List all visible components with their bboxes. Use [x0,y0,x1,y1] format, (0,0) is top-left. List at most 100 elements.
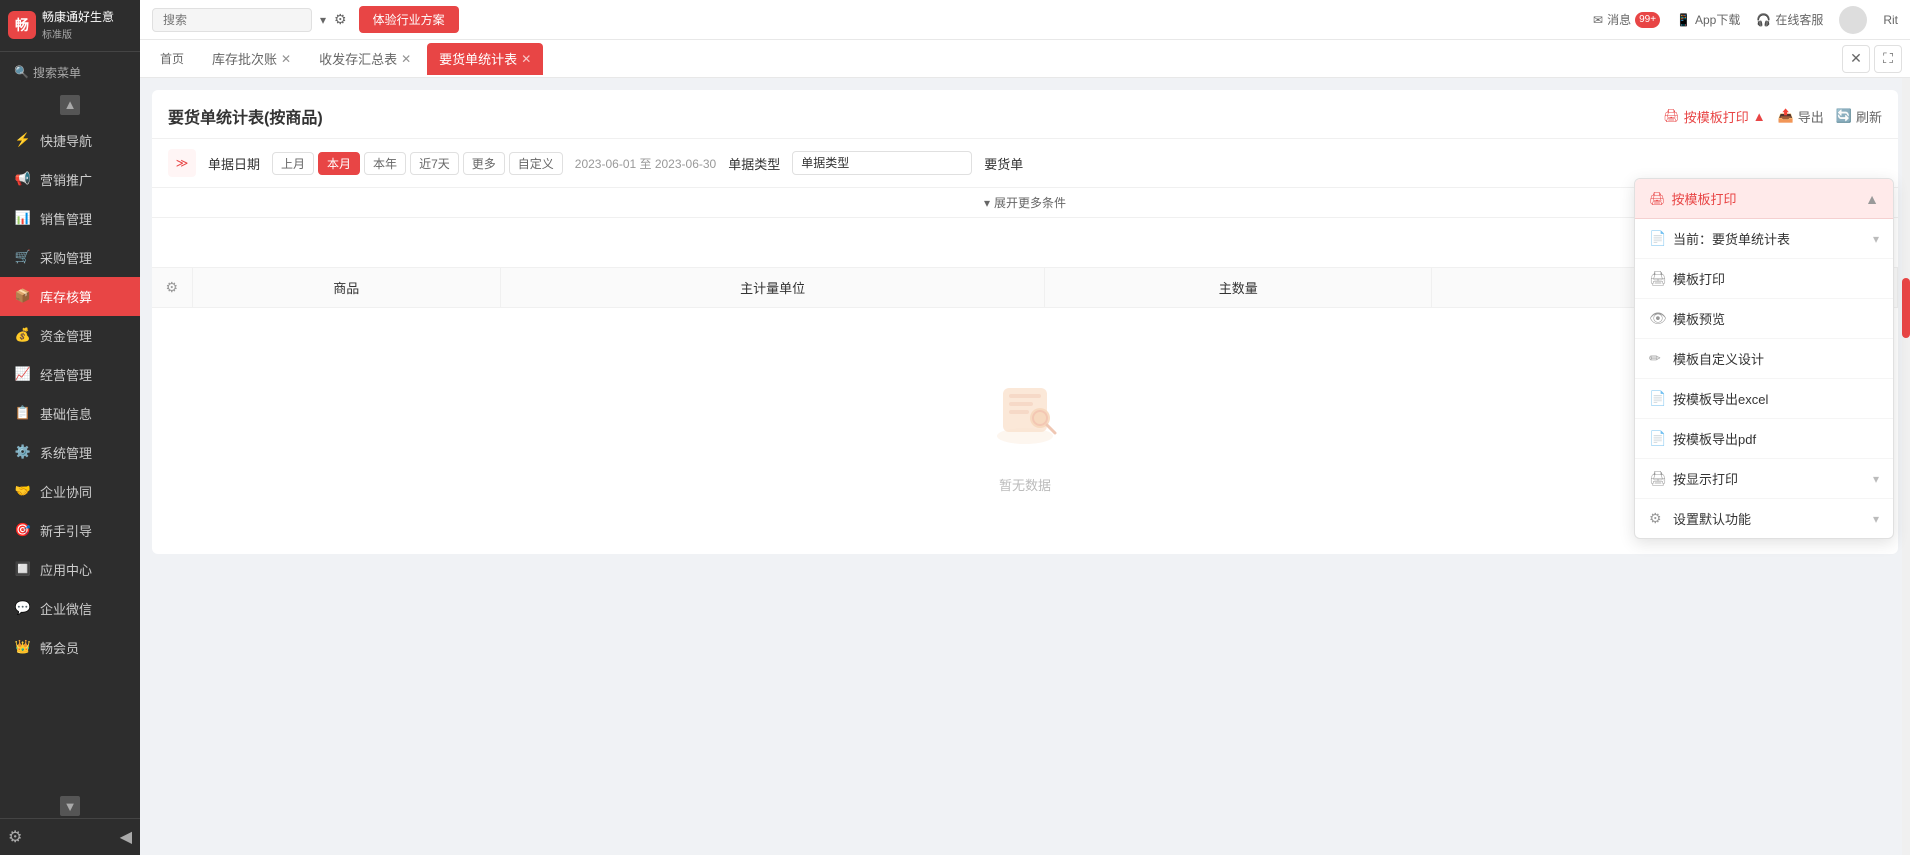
message-button[interactable]: ✉ 消息 99+ [1593,11,1660,28]
search-menu-button[interactable]: 🔍 搜索菜单 [8,60,132,85]
online-service-button[interactable]: 🎧 在线客服 [1756,11,1823,28]
sidebar-item-label: 应用中心 [40,560,92,579]
dropdown-close-button[interactable]: ▲ [1865,191,1879,207]
sidebar-item-sales[interactable]: 📊 销售管理 [0,199,140,238]
dropdown-set-default[interactable]: ⚙ 设置默认功能 ▾ [1635,499,1893,538]
sidebar-item-finance[interactable]: 💰 资金管理 [0,316,140,355]
dropdown-display-print[interactable]: 🖨 按显示打印 ▾ [1635,459,1893,499]
current-template-arrow: ▾ [1873,232,1879,246]
right-scrollbar[interactable] [1902,78,1910,855]
sidebar-item-inventory[interactable]: 📦 库存核算 [0,277,140,316]
template-print-arrow: ▲ [1753,109,1766,124]
template-print-button[interactable]: 🖨 按模板打印 ▲ [1663,107,1765,126]
avatar[interactable] [1839,6,1867,34]
more-btn[interactable]: 更多 [463,152,505,175]
sidebar-item-quick-nav[interactable]: ⚡ 快捷导航 [0,121,140,160]
template-doc-icon: 📄 [1649,230,1665,247]
sidebar-item-label: 系统管理 [40,443,92,462]
dropdown-export-pdf[interactable]: 📄 按模板导出pdf [1635,419,1893,459]
date-buttons: 上月 本月 本年 近7天 更多 自定义 [272,152,563,175]
service-icon: 🎧 [1756,13,1771,27]
sidebar-item-basic[interactable]: 📋 基础信息 [0,394,140,433]
tab-batch-account-label: 库存批次账 [212,49,277,68]
settings-icon[interactable]: ⚙ [8,827,22,847]
tab-close-order-stats[interactable]: ✕ [521,52,531,66]
sidebar-item-label: 销售管理 [40,209,92,228]
tab-home[interactable]: 首页 [148,43,196,75]
expand-more-label: 展开更多条件 [994,194,1066,211]
date-filter-label: 单据日期 [208,154,260,173]
bill-type-select-wrapper: 单据类型 要货单 [792,151,972,175]
tab-collection-summary[interactable]: 收发存汇总表 ✕ [307,43,423,75]
home-tab-label: 首页 [160,50,184,67]
export-excel-label: 按模板导出excel [1673,389,1768,408]
download-icon: 📱 [1676,13,1691,27]
quick-nav-icon: ⚡ [14,131,32,149]
basic-icon: 📋 [14,404,32,422]
export-button[interactable]: 📤 导出 [1778,107,1824,126]
tab-close-batch-account[interactable]: ✕ [281,52,291,66]
sidebar-item-member[interactable]: 👑 畅会员 [0,628,140,667]
scroll-up-button[interactable]: ▲ [60,95,80,115]
settings-column-header[interactable]: ⚙ [152,268,192,308]
sidebar-item-marketing[interactable]: 📢 营销推广 [0,160,140,199]
expand-icon: ▾ [984,196,990,210]
sidebar-nav: ⚡ 快捷导航 📢 营销推广 📊 销售管理 🛒 采购管理 📦 库存核算 💰 资金管… [0,117,140,794]
dropdown-header: 🖨 按模板打印 ▲ [1635,179,1893,219]
tab-order-stats[interactable]: 要货单统计表 ✕ [427,43,543,75]
template-custom-label: 模板自定义设计 [1673,349,1764,368]
template-print-icon: 🖨 [1649,270,1665,287]
custom-btn[interactable]: 自定义 [509,152,563,175]
sidebar-item-collab[interactable]: 🤝 企业协同 [0,472,140,511]
sidebar-item-system[interactable]: ⚙️ 系统管理 [0,433,140,472]
sidebar-item-label: 资金管理 [40,326,92,345]
topbar: ▾ ⚙ 体验行业方案 ✉ 消息 99+ 📱 App下载 🎧 在线客服 Rit [140,0,1910,40]
bill-type-select[interactable]: 单据类型 要货单 [792,151,972,175]
column-settings-icon[interactable]: ⚙ [165,279,178,295]
filter-expand-icon[interactable]: ≫ [168,149,196,177]
topbar-search-input[interactable] [152,8,312,32]
topbar-gear-icon[interactable]: ⚙ [334,11,347,28]
maximize-tab-control[interactable]: ⛶ [1874,45,1902,73]
prev-month-btn[interactable]: 上月 [272,152,314,175]
dropdown-template-print[interactable]: 🖨 模板打印 [1635,259,1893,299]
collapse-icon[interactable]: ◀ [120,827,132,847]
member-icon: 👑 [14,638,32,656]
refresh-icon: 🔄 [1836,108,1852,124]
current-year-btn[interactable]: 本年 [364,152,406,175]
sidebar-item-purchase[interactable]: 🛒 采购管理 [0,238,140,277]
sidebar-item-label: 快捷导航 [40,131,92,150]
printer-icon: 🖨 [1663,108,1680,124]
dropdown-printer-icon: 🖨 [1649,191,1666,207]
sidebar-item-operations[interactable]: 📈 经营管理 [0,355,140,394]
expand-more-button[interactable]: ▾ 展开更多条件 [984,194,1066,211]
dropdown-template-custom[interactable]: ✏ 模板自定义设计 [1635,339,1893,379]
sidebar-item-wechat[interactable]: 💬 企业微信 [0,589,140,628]
app-download-button[interactable]: 📱 App下载 [1676,11,1740,28]
date-range-display: 2023-06-01 至 2023-06-30 [575,155,716,172]
sidebar-item-label: 新手引导 [40,521,92,540]
order-item-label: 要货单 [984,154,1023,173]
dropdown-template-preview[interactable]: 👁 模板预览 [1635,299,1893,339]
app-badge: 标准版 [42,26,114,41]
tab-close-collection-summary[interactable]: ✕ [401,52,411,66]
message-badge: 99+ [1635,12,1660,28]
tab-batch-account[interactable]: 库存批次账 ✕ [200,43,303,75]
trial-button[interactable]: 体验行业方案 [359,6,459,33]
sidebar-item-guide[interactable]: 🎯 新手引导 [0,511,140,550]
sidebar-search-area: 🔍 搜索菜单 [0,52,140,93]
topbar-dropdown-icon[interactable]: ▾ [320,13,326,27]
sidebar-item-apps[interactable]: 🔲 应用中心 [0,550,140,589]
sidebar-item-label: 采购管理 [40,248,92,267]
current-template-label: 当前：要货单统计表 [1673,229,1790,248]
7days-btn[interactable]: 近7天 [410,152,459,175]
search-icon: 🔍 [14,65,29,79]
scroll-down-button[interactable]: ▼ [60,796,80,816]
current-month-btn[interactable]: 本月 [318,152,360,175]
close-tab-control[interactable]: ✕ [1842,45,1870,73]
empty-illustration [985,368,1065,463]
scrollbar-thumb[interactable] [1902,278,1910,338]
dropdown-current-template[interactable]: 📄 当前：要货单统计表 ▾ [1635,219,1893,259]
refresh-button[interactable]: 🔄 刷新 [1836,107,1882,126]
dropdown-export-excel[interactable]: 📄 按模板导出excel [1635,379,1893,419]
